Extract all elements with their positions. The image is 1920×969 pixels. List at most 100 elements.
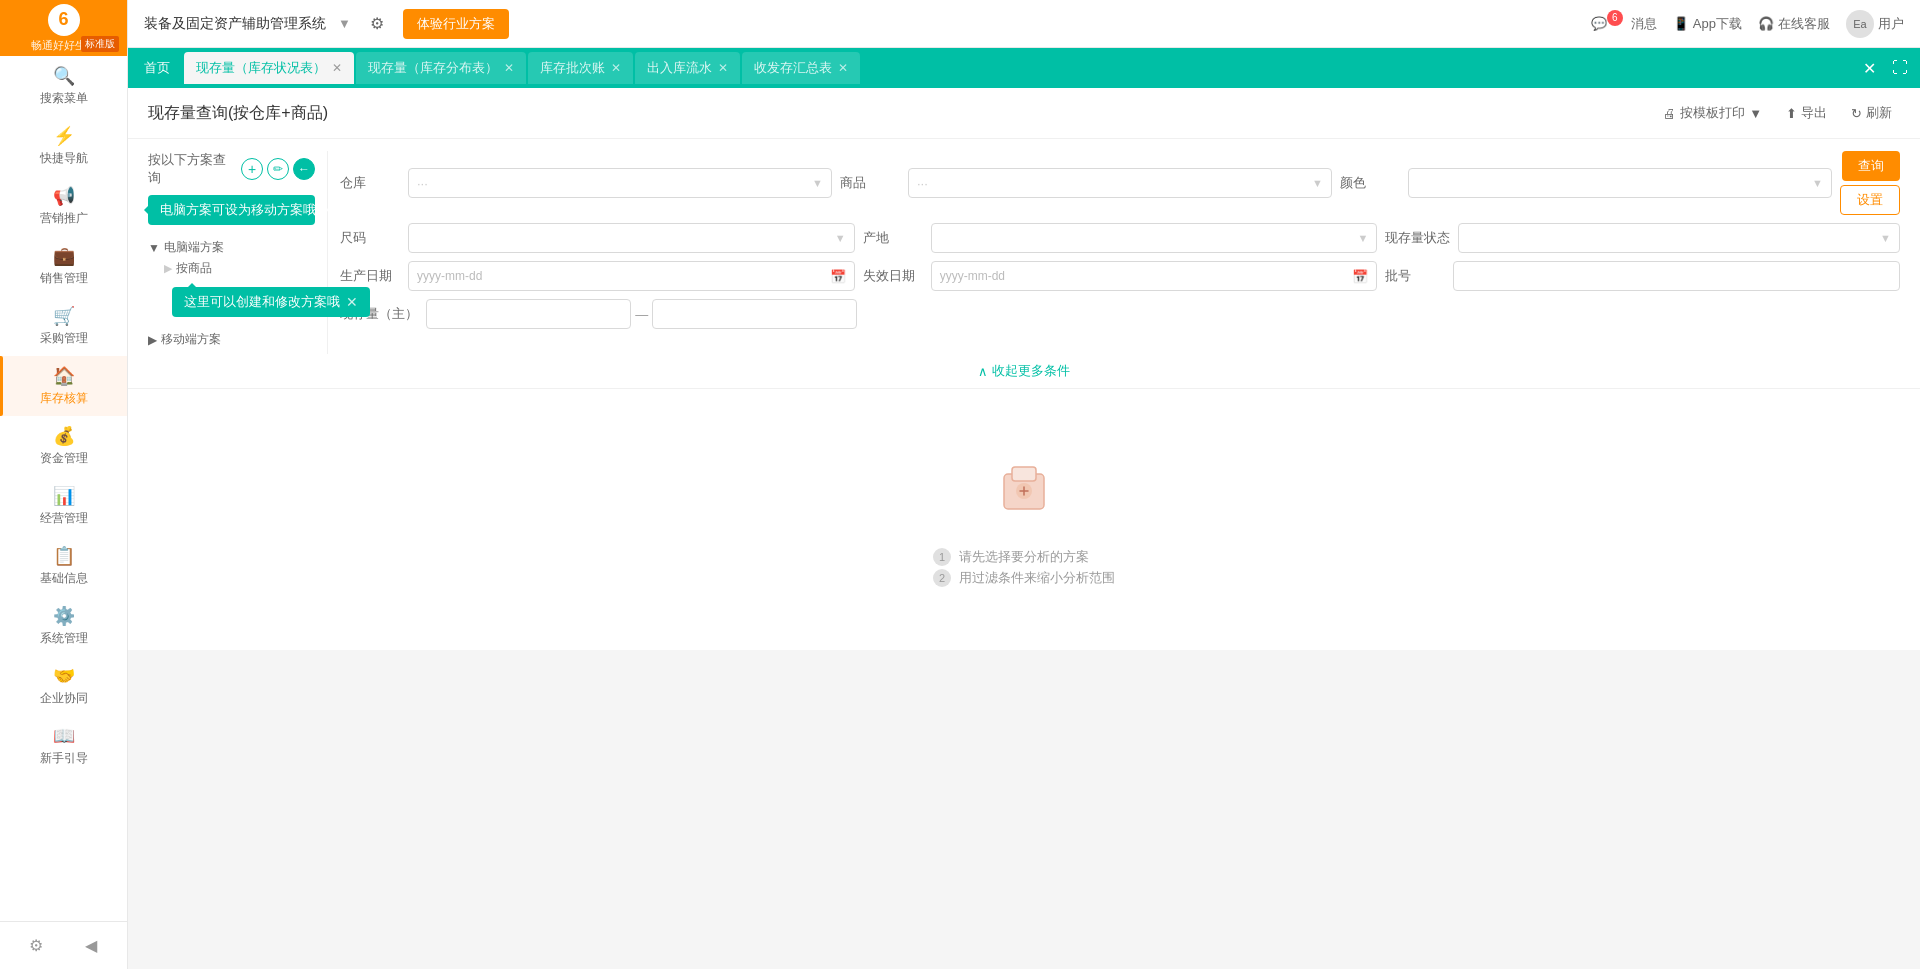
goods-dots: ···: [917, 176, 928, 191]
export-btn[interactable]: ⬆ 导出: [1778, 100, 1835, 126]
filter-cell-batch: 批号: [1385, 261, 1900, 291]
sidebar: 6 畅通好好生意 标准版 🔍 搜索菜单 ⚡ 快捷导航 📢 营销推广 💼 销售管理…: [0, 0, 128, 969]
stock-qty-min[interactable]: [426, 299, 631, 329]
phone-icon: 📱: [1673, 16, 1689, 31]
filter-label: 按以下方案查询: [148, 151, 233, 187]
sidebar-item-finance[interactable]: 💰 资金管理: [0, 416, 127, 476]
guide-icon: 📖: [53, 725, 75, 747]
tab-inventory-dist-close[interactable]: ✕: [504, 61, 514, 75]
tooltip1-close[interactable]: ✕: [322, 202, 334, 218]
sidebar-item-basic[interactable]: 📋 基础信息: [0, 536, 127, 596]
scheme-tooltip1[interactable]: 电脑方案可设为移动方案哦 ✕: [148, 195, 315, 225]
tab-inout-flow-close[interactable]: ✕: [718, 61, 728, 75]
tab-batch-account[interactable]: 库存批次账 ✕: [528, 52, 633, 84]
header-left: 装备及固定资产辅助管理系统 ▼ ⚙ 体验行业方案: [144, 9, 509, 39]
stock-qty-max[interactable]: [652, 299, 857, 329]
sidebar-item-marketing[interactable]: 📢 营销推广: [0, 176, 127, 236]
operations-icon: 📊: [53, 485, 75, 507]
tab-batch-account-close[interactable]: ✕: [611, 61, 621, 75]
batch-input[interactable]: [1453, 261, 1900, 291]
tab-inventory-dist[interactable]: 现存量（库存分布表） ✕: [356, 52, 526, 84]
industry-btn[interactable]: 体验行业方案: [403, 9, 509, 39]
scheme-sub-arrow: ▶: [164, 262, 172, 275]
sidebar-item-sales[interactable]: 💼 销售管理: [0, 236, 127, 296]
filter-main: 仓库 ··· ▼ 商品 ··· ▼: [328, 151, 1900, 337]
color-label: 颜色: [1340, 174, 1400, 192]
reset-btn[interactable]: 设置: [1840, 185, 1900, 215]
svg-rect-1: [1012, 467, 1036, 481]
stock-status-caret: ▼: [1880, 232, 1891, 244]
tab-home[interactable]: 首页: [132, 52, 182, 84]
warehouse-select[interactable]: ··· ▼: [408, 168, 832, 198]
sidebar-item-purchase[interactable]: 🛒 采购管理: [0, 296, 127, 356]
filter-cell-stock-qty: 现存量（主） —: [340, 299, 857, 329]
scheme-desktop-sub-label: 按商品: [176, 260, 212, 277]
search-btn[interactable]: 查询: [1842, 151, 1900, 181]
warehouse-label: 仓库: [340, 174, 400, 192]
expiry-date-input[interactable]: yyyy-mm-dd 📅: [931, 261, 1378, 291]
tab-inventory-status[interactable]: 现存量（库存状况表） ✕: [184, 52, 354, 84]
edit-scheme-btn[interactable]: ✏: [267, 158, 289, 180]
tab-close-all-btn[interactable]: ✕: [1859, 55, 1880, 82]
settings-bottom-btn[interactable]: ⚙: [22, 932, 50, 960]
tab-bar-actions: ✕ ⛶: [1859, 55, 1920, 82]
sidebar-item-guide[interactable]: 📖 新手引导: [0, 716, 127, 776]
empty-step1: 1 请先选择要分析的方案: [933, 548, 1115, 566]
add-scheme-btn[interactable]: +: [241, 158, 263, 180]
print-label: 按模板打印: [1680, 104, 1745, 122]
sidebar-item-quicknav[interactable]: ⚡ 快捷导航: [0, 116, 127, 176]
message-btn[interactable]: 💬 6 消息: [1591, 15, 1657, 33]
filter-cell-goods: 商品 ··· ▼: [840, 168, 1332, 198]
collapse-filter-bar[interactable]: ∧ 收起更多条件: [148, 354, 1900, 388]
prod-date-label: 生产日期: [340, 267, 400, 285]
user-btn[interactable]: Ea 用户: [1846, 10, 1904, 38]
collapse-sidebar-btn[interactable]: ◀: [77, 932, 105, 960]
system-dropdown-icon[interactable]: ▼: [338, 16, 351, 31]
filter-schemes-panel: 按以下方案查询 + ✏ ← 电脑方案可设为移动方案哦 ✕: [148, 151, 328, 354]
goods-label: 商品: [840, 174, 900, 192]
tooltip2-close[interactable]: ✕: [346, 294, 358, 310]
tab-receipt-summary-close[interactable]: ✕: [838, 61, 848, 75]
scheme-nav-btn[interactable]: ←: [293, 158, 315, 180]
tab-inout-flow[interactable]: 出入库流水 ✕: [635, 52, 740, 84]
sales-icon: 💼: [53, 245, 75, 267]
scheme-tooltip2[interactable]: 这里可以创建和修改方案哦 ✕: [172, 287, 370, 317]
export-icon: ⬆: [1786, 106, 1797, 121]
main-area: 装备及固定资产辅助管理系统 ▼ ⚙ 体验行业方案 💬 6 消息 📱 App下载 …: [128, 0, 1920, 969]
scheme-section-mobile: ▶ 移动端方案: [148, 325, 315, 354]
online-support-btn[interactable]: 🎧 在线客服: [1758, 15, 1830, 33]
app-download-btn[interactable]: 📱 App下载: [1673, 15, 1742, 33]
message-icon: 💬: [1591, 16, 1607, 31]
sidebar-item-operations[interactable]: 📊 经营管理: [0, 476, 127, 536]
expiry-date-placeholder: yyyy-mm-dd: [940, 269, 1005, 283]
scheme-desktop-header[interactable]: ▼ 电脑端方案: [148, 237, 315, 258]
sidebar-item-inventory-label: 库存核算: [40, 390, 88, 407]
tab-inventory-status-close[interactable]: ✕: [332, 61, 342, 75]
stock-status-select[interactable]: ▼: [1458, 223, 1900, 253]
tab-fullscreen-btn[interactable]: ⛶: [1888, 55, 1912, 81]
sidebar-item-search[interactable]: 🔍 搜索菜单: [0, 56, 127, 116]
export-label: 导出: [1801, 104, 1827, 122]
tab-receipt-summary[interactable]: 收发存汇总表 ✕: [742, 52, 860, 84]
header-gear-btn[interactable]: ⚙: [363, 10, 391, 38]
scheme-desktop-sub-item[interactable]: ▶ 按商品: [164, 258, 315, 279]
prod-date-input[interactable]: yyyy-mm-dd 📅: [408, 261, 855, 291]
refresh-btn[interactable]: ↻ 刷新: [1843, 100, 1900, 126]
sidebar-item-inventory[interactable]: 🏠 库存核算: [0, 356, 127, 416]
sidebar-item-system[interactable]: ⚙️ 系统管理: [0, 596, 127, 656]
goods-select[interactable]: ··· ▼: [908, 168, 1332, 198]
size-select[interactable]: ▼: [408, 223, 855, 253]
color-select[interactable]: ▼: [1408, 168, 1832, 198]
origin-select[interactable]: ▼: [931, 223, 1378, 253]
refresh-label: 刷新: [1866, 104, 1892, 122]
stock-status-label: 现存量状态: [1385, 229, 1450, 247]
step1-text: 请先选择要分析的方案: [959, 548, 1089, 566]
print-btn[interactable]: 🖨 按模板打印 ▼: [1655, 100, 1770, 126]
goods-caret: ▼: [1312, 177, 1323, 189]
filter-cell-warehouse: 仓库 ··· ▼: [340, 168, 832, 198]
system-icon: ⚙️: [53, 605, 75, 627]
sidebar-item-enterprise[interactable]: 🤝 企业协同: [0, 656, 127, 716]
scheme-mobile-header[interactable]: ▶ 移动端方案: [148, 329, 315, 350]
user-avatar: Ea: [1846, 10, 1874, 38]
origin-label: 产地: [863, 229, 923, 247]
